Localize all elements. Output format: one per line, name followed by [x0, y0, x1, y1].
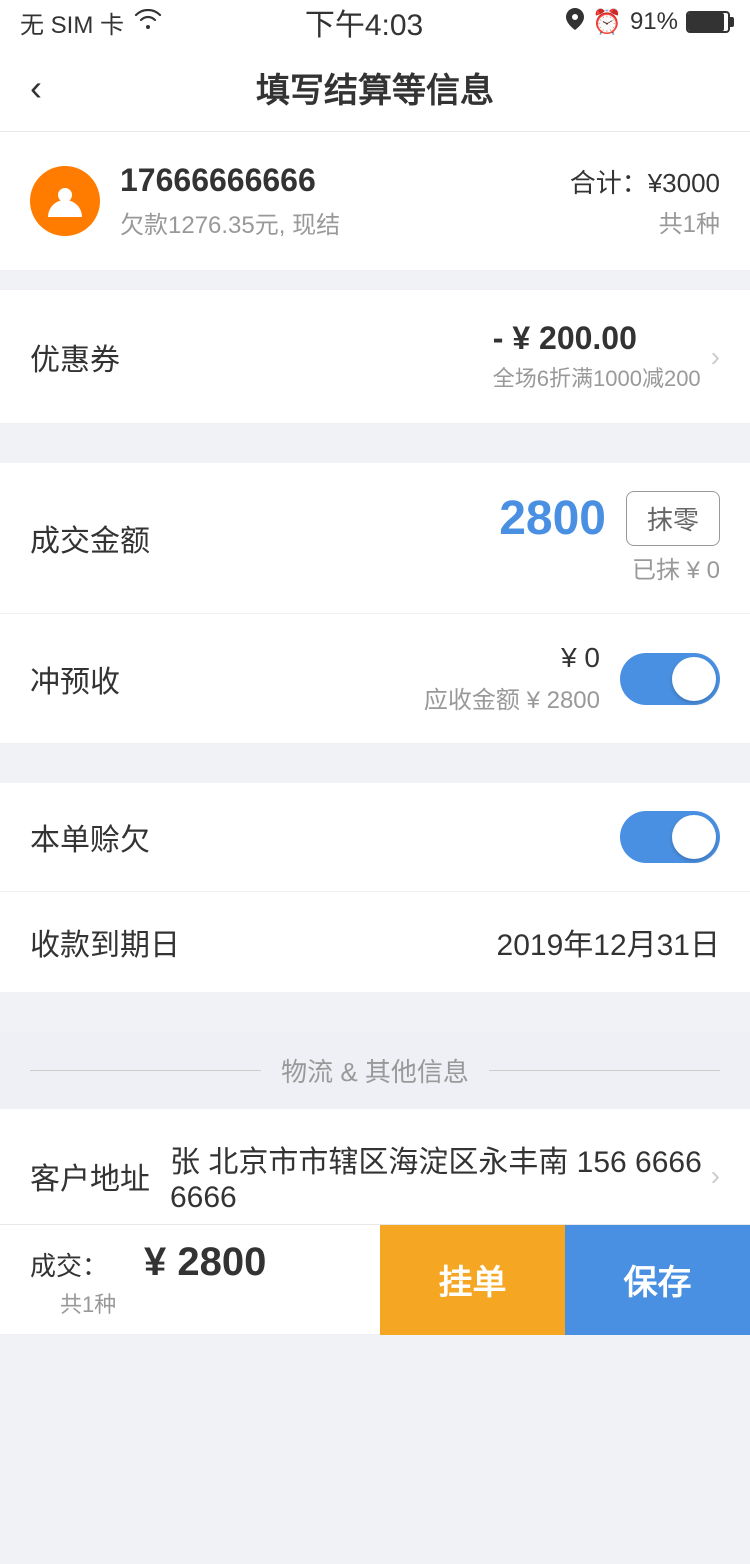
separator-3: [0, 1012, 750, 1032]
customer-phone: 17666666666: [120, 162, 340, 199]
wifi-icon: [134, 8, 162, 36]
form-section: 成交金额 2800 抹零 已抹 ¥ 0 冲预收 ¥ 0 应收金额 ¥ 2800: [0, 463, 750, 743]
logistics-divider: 物流 & 其他信息: [0, 1032, 750, 1109]
avatar: [30, 166, 100, 236]
address-label: 客户地址: [30, 1154, 150, 1198]
due-date-value: 2019年12月31日: [497, 920, 720, 964]
status-bar-right: ⏰ 91%: [566, 8, 730, 37]
separator-2: [0, 763, 750, 783]
prepayment-label: 冲预收: [30, 657, 120, 701]
battery-percentage: 91%: [630, 8, 678, 36]
customer-right: 合计：¥3000 共1种: [570, 163, 720, 239]
bottom-deal-amount: ¥ 2800: [114, 1240, 350, 1285]
customer-info: 17666666666 欠款1276.35元, 现结: [120, 162, 340, 240]
coupon-amount: - ¥ 200.00: [493, 320, 701, 357]
status-bar-time: 下午4:03: [305, 0, 423, 44]
nav-bar: ‹ 填写结算等信息: [0, 44, 750, 132]
address-value: 张 北京市市辖区海淀区永丰南 156 6666 6666: [170, 1137, 711, 1215]
customer-debt: 欠款1276.35元, 现结: [120, 205, 340, 240]
coupon-label: 优惠券: [30, 335, 120, 379]
customer-left: 17666666666 欠款1276.35元, 现结: [30, 162, 340, 240]
amount-display: 2800 抹零: [499, 491, 720, 546]
arrears-row: 本单赊欠: [0, 783, 750, 892]
section-divider-label: 物流 & 其他信息: [281, 1052, 469, 1089]
alarm-icon: ⏰: [592, 8, 622, 37]
bottom-deal-label: 成交：: [30, 1246, 108, 1283]
prepayment-toggle[interactable]: [620, 653, 720, 705]
deal-amount-sub: 已抹 ¥ 0: [632, 550, 720, 585]
due-date-row: 收款到期日 2019年12月31日: [0, 892, 750, 992]
round-button[interactable]: 抹零: [626, 491, 720, 546]
status-bar: 无 SIM 卡 下午4:03 ⏰ 91%: [0, 0, 750, 44]
prepayment-right: ¥ 0 应收金额 ¥ 2800: [424, 642, 600, 715]
arrears-toggle[interactable]: [620, 811, 720, 863]
total-label: 合计：¥3000: [570, 163, 720, 200]
back-button[interactable]: ‹: [20, 57, 52, 119]
location-icon: [566, 8, 584, 37]
bottom-count: 共1种: [30, 1287, 350, 1319]
nav-title: 填写结算等信息: [256, 63, 494, 112]
due-date-label: 收款到期日: [30, 920, 180, 964]
deal-amount-row: 成交金额 2800 抹零 已抹 ¥ 0: [0, 463, 750, 614]
bottom-bar: 成交： ¥ 2800 共1种 挂单 保存: [0, 1224, 750, 1334]
coupon-right: - ¥ 200.00 全场6折满1000减200 ›: [493, 320, 720, 393]
arrears-section: 本单赊欠 收款到期日 2019年12月31日: [0, 783, 750, 992]
hold-button[interactable]: 挂单: [380, 1225, 565, 1335]
customer-row: 17666666666 欠款1276.35元, 现结 合计：¥3000 共1种: [30, 162, 720, 240]
save-button[interactable]: 保存: [565, 1225, 750, 1335]
prepayment-sub: 应收金额 ¥ 2800: [424, 680, 600, 715]
separator-1: [0, 443, 750, 463]
coupon-info: - ¥ 200.00 全场6折满1000减200: [493, 320, 701, 393]
customer-info-card: 17666666666 欠款1276.35元, 现结 合计：¥3000 共1种: [0, 132, 750, 270]
carrier-label: 无 SIM 卡: [20, 5, 124, 40]
coupon-desc: 全场6折满1000减200: [493, 361, 701, 393]
deal-amount-label: 成交金额: [30, 516, 150, 560]
battery-icon: [686, 11, 730, 33]
coupon-row[interactable]: 优惠券 - ¥ 200.00 全场6折满1000减200 ›: [0, 290, 750, 423]
content: 17666666666 欠款1276.35元, 现结 合计：¥3000 共1种 …: [0, 132, 750, 1564]
status-bar-left: 无 SIM 卡: [20, 5, 162, 40]
bottom-summary: 成交： ¥ 2800 共1种: [0, 1240, 380, 1319]
prepayment-amount: ¥ 0: [561, 642, 600, 674]
deal-amount-value: 2800: [499, 491, 606, 546]
coupon-chevron-icon: ›: [711, 341, 720, 373]
address-chevron-icon: ›: [711, 1160, 720, 1192]
prepayment-row: 冲预收 ¥ 0 应收金额 ¥ 2800: [0, 614, 750, 743]
arrears-label: 本单赊欠: [30, 815, 150, 859]
total-count: 共1种: [570, 204, 720, 239]
